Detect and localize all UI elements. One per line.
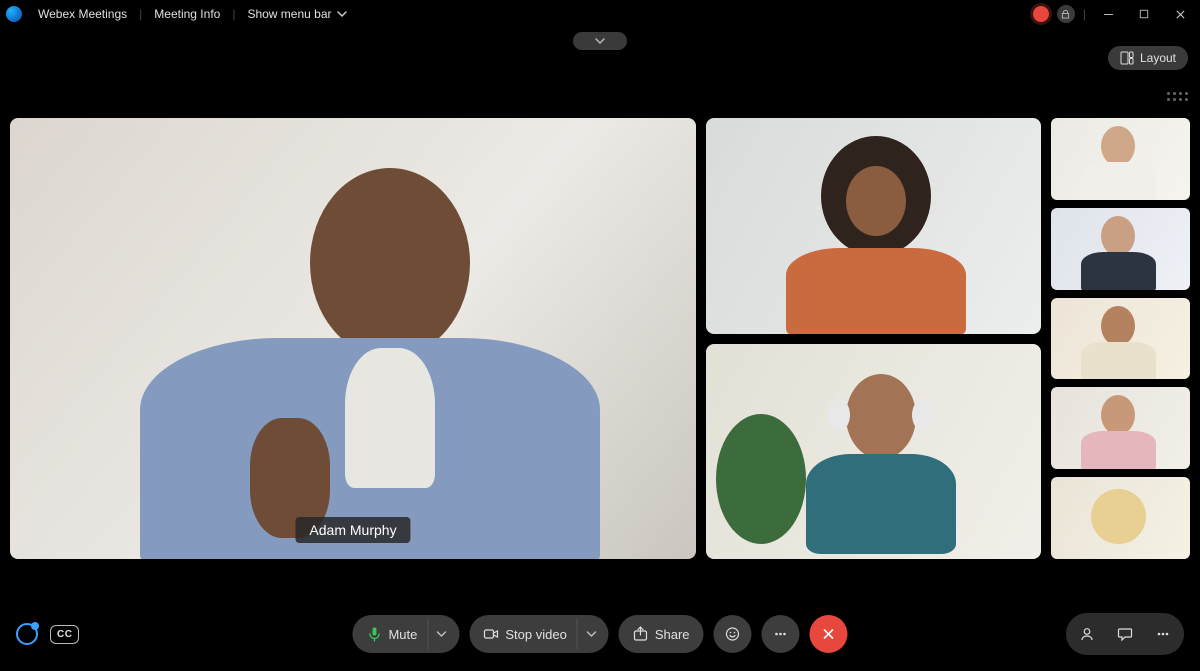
window-minimize-button[interactable] — [1094, 3, 1122, 25]
mute-button[interactable]: Mute — [352, 615, 459, 653]
control-bar-right — [1066, 613, 1184, 655]
chat-panel-button[interactable] — [1108, 617, 1142, 651]
participants-panel-button[interactable] — [1070, 617, 1104, 651]
stop-video-button[interactable]: Stop video — [469, 615, 608, 653]
layout-button[interactable]: Layout — [1108, 46, 1188, 70]
expand-panel-button[interactable] — [573, 32, 627, 50]
title-bar-left: Webex Meetings | Meeting Info | Show men… — [6, 5, 358, 23]
control-bar: CC Mute Stop video Share — [0, 597, 1200, 671]
close-icon — [821, 626, 837, 642]
window-close-button[interactable] — [1166, 3, 1194, 25]
video-options-button[interactable] — [577, 619, 605, 649]
title-bar-right: | — [1033, 3, 1194, 25]
separator: | — [137, 7, 144, 21]
app-name: Webex Meetings — [28, 5, 137, 23]
control-bar-center: Mute Stop video Share — [352, 615, 847, 653]
layout-button-label: Layout — [1140, 51, 1176, 65]
window-maximize-button[interactable] — [1130, 3, 1158, 25]
record-indicator-icon[interactable] — [1033, 6, 1049, 22]
closed-captions-button[interactable]: CC — [50, 625, 79, 644]
share-icon — [633, 626, 649, 642]
smile-icon — [725, 626, 741, 642]
microphone-icon — [366, 626, 382, 642]
participant-thumbnail[interactable] — [1051, 208, 1190, 290]
layout-icon — [1120, 51, 1134, 65]
more-horizontal-icon — [773, 626, 789, 642]
speaker-name: Adam Murphy — [309, 522, 396, 538]
show-menu-bar-label: Show menu bar — [247, 7, 331, 21]
panels-more-button[interactable] — [1146, 617, 1180, 651]
participant-tile[interactable] — [706, 344, 1041, 560]
reactions-button[interactable] — [714, 615, 752, 653]
cc-label: CC — [57, 629, 72, 640]
more-options-button[interactable] — [762, 615, 800, 653]
lock-icon[interactable] — [1057, 5, 1075, 23]
participant-thumbnail[interactable] — [1051, 298, 1190, 380]
participant-tile[interactable] — [706, 118, 1041, 334]
share-button[interactable]: Share — [619, 615, 704, 653]
participant-thumbnail[interactable] — [1051, 387, 1190, 469]
active-speaker-tile[interactable]: Adam Murphy — [10, 118, 696, 559]
meeting-info-button[interactable]: Meeting Info — [144, 5, 230, 23]
video-stage: Adam Murphy — [10, 118, 1190, 559]
separator: | — [230, 7, 237, 21]
more-horizontal-icon — [1155, 626, 1171, 642]
speaker-name-chip: Adam Murphy — [295, 517, 410, 543]
mute-label: Mute — [388, 627, 417, 642]
video-icon — [483, 626, 499, 642]
end-meeting-button[interactable] — [810, 615, 848, 653]
share-label: Share — [655, 627, 690, 642]
mute-options-button[interactable] — [427, 619, 455, 649]
webex-logo-icon — [6, 6, 22, 22]
drag-handle[interactable] — [1167, 92, 1188, 101]
chat-icon — [1117, 626, 1133, 642]
chevron-down-icon — [436, 628, 448, 640]
secondary-column — [706, 118, 1041, 559]
control-bar-left: CC — [16, 623, 79, 645]
stop-video-label: Stop video — [505, 627, 566, 642]
participant-thumbnail[interactable] — [1051, 118, 1190, 200]
chevron-down-icon — [336, 8, 348, 20]
participants-icon — [1079, 626, 1095, 642]
thumbnail-strip — [1051, 118, 1190, 559]
webex-assistant-icon[interactable] — [16, 623, 38, 645]
participant-thumbnail[interactable] — [1051, 477, 1190, 559]
title-bar: Webex Meetings | Meeting Info | Show men… — [0, 0, 1200, 28]
chevron-down-icon — [594, 35, 606, 47]
chevron-down-icon — [585, 628, 597, 640]
show-menu-bar-button[interactable]: Show menu bar — [237, 5, 357, 23]
